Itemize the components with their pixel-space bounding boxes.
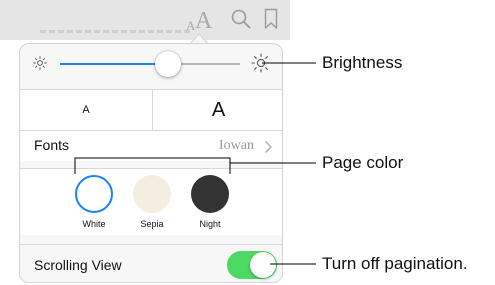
- page-color-sepia-button[interactable]: [133, 175, 171, 213]
- text-size-large-glyph: A: [195, 8, 213, 34]
- page-color-white-label: White: [82, 219, 106, 229]
- page-color-sepia-label: Sepia: [140, 219, 164, 229]
- scrolling-view-label: Scrolling View: [34, 257, 122, 273]
- fonts-label: Fonts: [34, 137, 70, 153]
- font-size-row: A A: [20, 90, 282, 130]
- increase-font-size-button[interactable]: A: [153, 90, 282, 130]
- toggle-knob: [250, 252, 276, 278]
- brightness-callout: Brightness: [322, 53, 403, 72]
- scrolling-view-toggle[interactable]: [227, 251, 277, 279]
- sun-small-icon: [33, 56, 47, 75]
- brightness-slider-fill: [60, 63, 168, 65]
- bookmark-icon[interactable]: [264, 8, 278, 35]
- pagination-callout: Turn off pagination.: [322, 254, 468, 273]
- page-color-white-button[interactable]: [75, 175, 113, 213]
- chevron-right-icon: [265, 140, 272, 158]
- scrolling-view-row: Scrolling View: [20, 245, 282, 282]
- page-color-callout: Page color: [322, 153, 404, 172]
- page-color-row: White Sepia Night: [20, 169, 282, 235]
- decrease-font-size-button[interactable]: A: [20, 90, 152, 130]
- sun-large-icon: [251, 53, 271, 78]
- brightness-slider-thumb[interactable]: [155, 51, 181, 77]
- text-size-small-glyph: A: [186, 18, 196, 33]
- screenshot-stage: A A A A Fonts Iowan White Sepia Night Sc…: [0, 0, 495, 285]
- display-settings-popover: A A Fonts Iowan White Sepia Night Scroll…: [19, 43, 283, 283]
- fonts-row[interactable]: Fonts Iowan: [20, 131, 282, 161]
- brightness-row: [20, 44, 282, 84]
- page-color-night-label: Night: [199, 219, 221, 229]
- page-color-night-button[interactable]: [191, 175, 229, 213]
- brightness-slider[interactable]: [60, 51, 240, 77]
- fonts-current-value: Iowan: [219, 138, 254, 153]
- page-text-ghost: [40, 30, 190, 33]
- search-icon[interactable]: [230, 8, 252, 35]
- reader-toolbar: A A: [0, 0, 290, 40]
